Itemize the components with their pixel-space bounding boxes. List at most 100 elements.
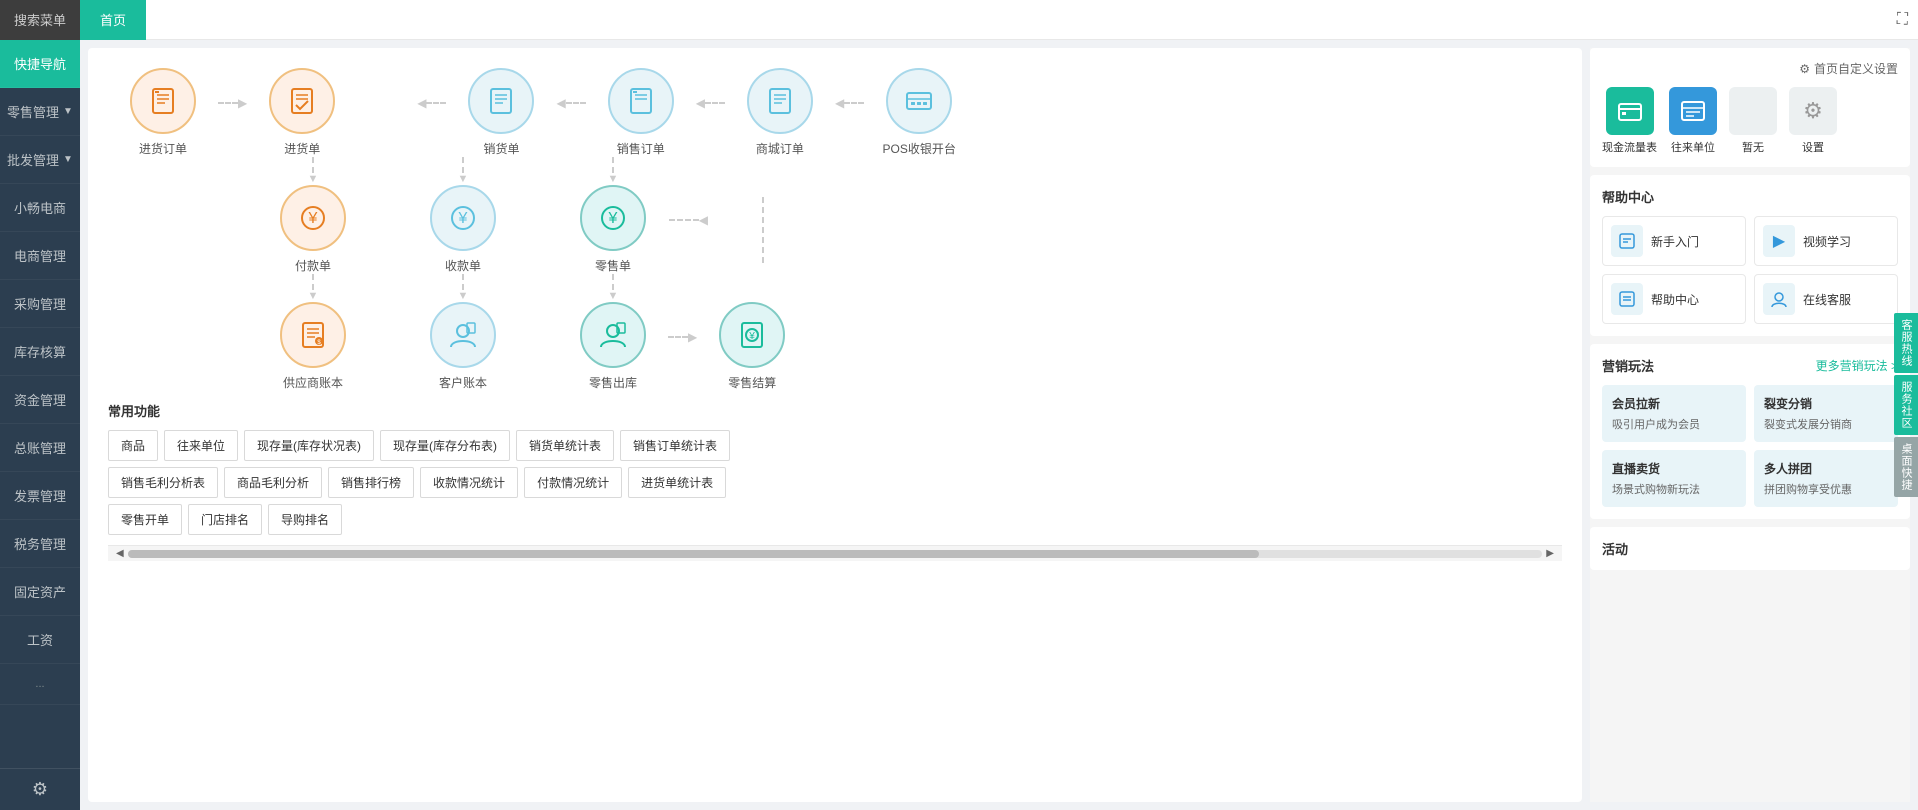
qa-cashflow[interactable]: 现金流量表: [1602, 87, 1657, 155]
cf-btn-gross-analysis[interactable]: 销售毛利分析表: [108, 467, 218, 498]
v-connector-receipt: ▼: [408, 274, 518, 302]
fullscreen-icon[interactable]: ⛶: [1897, 11, 1908, 28]
cf-btn-retail-order[interactable]: 零售开单: [108, 504, 182, 535]
scroll-track[interactable]: [128, 550, 1543, 558]
help-center-grid: 新手入门 ▶ 视频学习 帮助中心: [1602, 216, 1898, 324]
cf-btn-sales-stat[interactable]: 销货单统计表: [516, 430, 614, 461]
sidebar-item-finance[interactable]: 资金管理: [0, 376, 80, 424]
cf-btn-store-rank[interactable]: 门店排名: [188, 504, 262, 535]
mkt-fission[interactable]: 裂变分销 裂变式发展分销商: [1754, 385, 1898, 442]
top-right: ⛶: [1897, 11, 1918, 29]
scroll-right-arrow[interactable]: ▶: [1542, 548, 1558, 559]
sidebar-item-label: 零售管理: [7, 102, 59, 121]
cf-btn-partner[interactable]: 往来单位: [164, 430, 238, 461]
arrow-retail-settlement: ▶: [668, 330, 697, 344]
flow-node-purchase-order[interactable]: 进货订单: [108, 68, 218, 157]
homepage-customize[interactable]: ⚙ 首页自定义设置: [1799, 60, 1898, 77]
cf-row-3: 零售开单 门店排名 导购排名: [108, 504, 1562, 535]
sidebar-item-ledger[interactable]: 总账管理: [0, 424, 80, 472]
cf-btn-product-gross[interactable]: 商品毛利分析: [224, 467, 322, 498]
cf-btn-sales-rank[interactable]: 销售排行榜: [328, 467, 414, 498]
hc-video[interactable]: ▶ 视频学习: [1754, 216, 1898, 266]
float-btn-community[interactable]: 服务社区: [1894, 375, 1918, 435]
flow-node-customer-ledger[interactable]: 客户账本: [408, 302, 518, 391]
flow-node-payment[interactable]: ¥ 付款单: [258, 185, 368, 274]
activity-title: 活动: [1602, 539, 1898, 558]
sidebar-item-ecommerce-small[interactable]: 小畅电商: [0, 184, 80, 232]
flow-node-purchase[interactable]: 进货单: [247, 68, 357, 157]
help-icon: [1611, 283, 1643, 315]
common-functions: 常用功能 商品 往来单位 现存量(库存状况表) 现存量(库存分布表) 销货单统计…: [108, 401, 1562, 535]
settings-icon[interactable]: ⚙: [32, 779, 48, 800]
sidebar-item-label: 电商管理: [14, 246, 66, 265]
flow-node-retail-settlement[interactable]: ¥ 零售结算: [697, 302, 807, 391]
v-connector-mall: ▼: [558, 157, 668, 185]
cf-btn-payment-stat[interactable]: 付款情况统计: [524, 467, 622, 498]
flow-node-retail-out[interactable]: 零售出库: [558, 302, 668, 391]
flow-node-mall-order[interactable]: 商城订单: [725, 68, 835, 157]
hc-service[interactable]: 在线客服: [1754, 274, 1898, 324]
search-menu[interactable]: 搜索菜单: [0, 0, 80, 40]
flow-node-supplier-ledger[interactable]: $ 供应商账本: [258, 302, 368, 391]
arrow-pos-retail: ◀: [668, 213, 708, 227]
cf-row-2: 销售毛利分析表 商品毛利分析 销售排行榜 收款情况统计 付款情况统计 进货单统计…: [108, 467, 1562, 498]
sidebar-item-quicknav[interactable]: 快捷导航: [0, 40, 80, 88]
sidebar-item-wholesale[interactable]: 批发管理 ▼: [0, 136, 80, 184]
sidebar-item-invoice[interactable]: 发票管理: [0, 472, 80, 520]
qa-settings[interactable]: ⚙ 设置: [1789, 87, 1837, 155]
sidebar-item-purchase[interactable]: 采购管理: [0, 280, 80, 328]
sidebar-item-label: 税务管理: [14, 534, 66, 553]
scroll-bar: ◀ ▶: [108, 545, 1562, 561]
flow-node-receipt[interactable]: ¥ 收款单: [408, 185, 518, 274]
float-buttons: 客服热线 服务社区 桌面快捷: [1894, 313, 1918, 497]
svg-text:¥: ¥: [308, 210, 318, 227]
activity-panel: 活动: [1590, 527, 1910, 570]
marketing-more[interactable]: 更多营销玩法 >: [1816, 357, 1898, 374]
flow-diagram: 进货订单 ▶ 进货单: [108, 68, 1562, 391]
sidebar-item-assets[interactable]: 固定资产: [0, 568, 80, 616]
help-center-panel: 帮助中心 新手入门 ▶ 视频学习: [1590, 175, 1910, 336]
cf-btn-product[interactable]: 商品: [108, 430, 158, 461]
qa-none[interactable]: 暂无: [1729, 87, 1777, 155]
cf-btn-stock-dist[interactable]: 现存量(库存分布表): [380, 430, 510, 461]
marketing-grid: 会员拉新 吸引用户成为会员 裂变分销 裂变式发展分销商 直播卖货 场景式购物新玩…: [1602, 385, 1898, 507]
arrow-connector: ▶: [218, 96, 247, 110]
flow-node-sales-order[interactable]: 销售订单: [586, 68, 696, 157]
float-btn-service[interactable]: 客服热线: [1894, 313, 1918, 373]
qa-partner[interactable]: 往来单位: [1669, 87, 1717, 155]
qa-icons-row: 现金流量表 往来单位 暂无: [1602, 87, 1898, 155]
cf-btn-receipt-stat[interactable]: 收款情况统计: [420, 467, 518, 498]
qa-header: ⚙ 首页自定义设置: [1602, 60, 1898, 77]
scroll-left-arrow[interactable]: ◀: [112, 548, 128, 559]
cf-btn-purchase-stat[interactable]: 进货单统计表: [628, 467, 726, 498]
sidebar-item-label: 工资: [27, 630, 53, 649]
cf-btn-stock-status[interactable]: 现存量(库存状况表): [244, 430, 374, 461]
svg-text:¥: ¥: [748, 331, 755, 342]
float-btn-desktop[interactable]: 桌面快捷: [1894, 437, 1918, 497]
common-functions-title: 常用功能: [108, 401, 1562, 420]
hc-help[interactable]: 帮助中心: [1602, 274, 1746, 324]
sidebar-item-inventory[interactable]: 库存核算: [0, 328, 80, 376]
sidebar-item-label: 库存核算: [14, 342, 66, 361]
cf-btn-guide-rank[interactable]: 导购排名: [268, 504, 342, 535]
sidebar-item-retail[interactable]: 零售管理 ▼: [0, 88, 80, 136]
flow-node-sales[interactable]: 销货单: [446, 68, 556, 157]
sidebar-item-more[interactable]: ...: [0, 664, 80, 705]
v-connector-sales: ▼: [408, 157, 518, 185]
sidebar-item-tax[interactable]: 税务管理: [0, 520, 80, 568]
cf-row-1: 商品 往来单位 现存量(库存状况表) 现存量(库存分布表) 销货单统计表 销售订…: [108, 430, 1562, 461]
mkt-live[interactable]: 直播卖货 场景式购物新玩法: [1602, 450, 1746, 507]
home-tab[interactable]: 首页: [80, 0, 146, 40]
partner-icon: [1669, 87, 1717, 135]
cf-btn-order-stat[interactable]: 销售订单统计表: [620, 430, 730, 461]
sidebar-item-payroll[interactable]: 工资: [0, 616, 80, 664]
chevron-down-icon: ▼: [63, 154, 73, 165]
sidebar-item-ecommerce[interactable]: 电商管理: [0, 232, 80, 280]
sidebar-item-label: 小畅电商: [14, 198, 66, 217]
hc-beginner[interactable]: 新手入门: [1602, 216, 1746, 266]
flow-node-pos[interactable]: POS收银开台: [864, 68, 974, 157]
mkt-member[interactable]: 会员拉新 吸引用户成为会员: [1602, 385, 1746, 442]
mkt-group[interactable]: 多人拼团 拼团购物享受优惠: [1754, 450, 1898, 507]
quick-access-panel: ⚙ 首页自定义设置 现金流量表: [1590, 48, 1910, 167]
flow-node-retail-single[interactable]: ¥ 零售单: [558, 185, 668, 274]
